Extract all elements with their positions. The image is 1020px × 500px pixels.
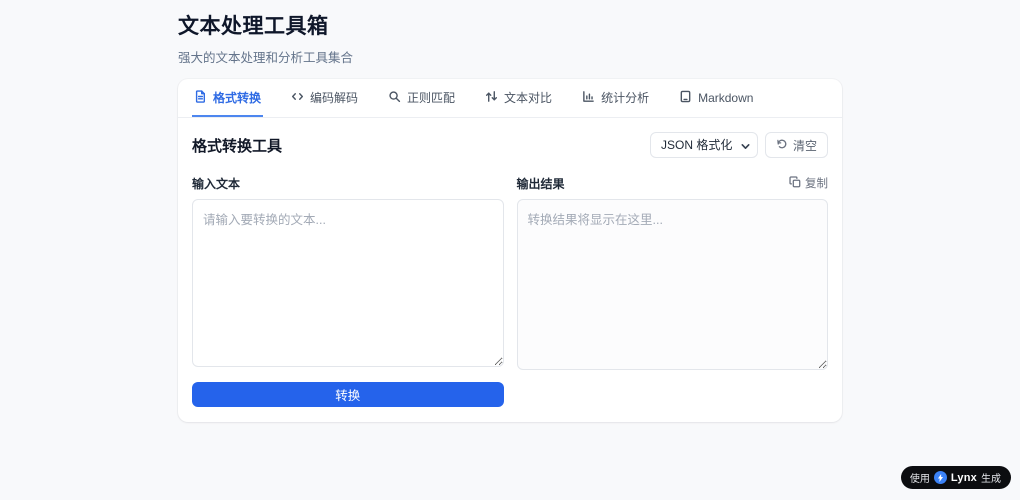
input-column: 输入文本 转换: [192, 175, 504, 407]
input-label: 输入文本: [192, 176, 241, 191]
bar-chart-icon: [582, 90, 595, 106]
markdown-doc-icon: [679, 90, 692, 106]
panel-title: 格式转换工具: [192, 137, 283, 155]
reset-icon: [776, 138, 788, 153]
swap-arrows-icon: [485, 90, 498, 106]
card-body: 格式转换工具 JSON 格式化 清空 输入文本 请输入要转换的文本... 转换 …: [178, 118, 842, 422]
tab-statistics[interactable]: 统计分析: [580, 79, 651, 117]
badge-suffix: 生成: [981, 474, 1001, 485]
page-subtitle: 强大的文本处理和分析工具集合: [178, 51, 354, 65]
tab-label: 编码解码: [310, 91, 359, 105]
tab-encode-decode[interactable]: 编码解码: [289, 79, 360, 117]
output-textarea[interactable]: [516, 199, 828, 370]
page-title: 文本处理工具箱: [178, 15, 329, 38]
lynx-attribution-badge[interactable]: 使用 Lynx 生成: [900, 466, 1011, 489]
convert-button[interactable]: 转换: [192, 382, 504, 407]
main-container: 文本处理工具箱 强大的文本处理和分析工具集合 格式转换 编码解码 正则匹配 文本…: [178, 0, 842, 422]
tab-bar: 格式转换 编码解码 正则匹配 文本对比 统计分析 Markdown: [178, 79, 842, 118]
copy-button-label: 复制: [805, 178, 828, 190]
panel-header: 格式转换工具 JSON 格式化 清空: [192, 132, 828, 158]
copy-button[interactable]: 复制: [789, 175, 828, 191]
mode-select[interactable]: JSON 格式化: [649, 132, 758, 158]
tab-text-compare[interactable]: 文本对比: [483, 79, 554, 117]
tab-format-convert[interactable]: 格式转换: [192, 79, 264, 117]
output-label: 输出结果: [516, 176, 565, 191]
copy-icon: [789, 175, 801, 191]
clear-button-label: 清空: [792, 138, 817, 153]
header-controls: JSON 格式化 清空: [649, 132, 828, 158]
mode-select-wrap: JSON 格式化: [649, 132, 758, 158]
output-label-row: 输出结果 复制: [516, 175, 828, 191]
clear-button[interactable]: 清空: [764, 132, 828, 158]
tab-markdown[interactable]: Markdown: [677, 79, 755, 117]
tab-label: 正则匹配: [407, 91, 456, 105]
badge-prefix: 使用: [909, 474, 930, 485]
tab-label: 文本对比: [504, 91, 553, 105]
tab-label: Markdown: [698, 90, 754, 105]
lynx-logo-icon: [933, 471, 947, 484]
tab-label: 统计分析: [601, 91, 650, 105]
io-grid: 输入文本 转换 输出结果 复制: [192, 175, 828, 407]
input-textarea[interactable]: [192, 199, 504, 367]
code-icon: [291, 90, 304, 106]
output-column: 输出结果 复制: [516, 175, 828, 407]
file-text-icon: [194, 89, 207, 106]
tab-regex-match[interactable]: 正则匹配: [386, 79, 457, 117]
tab-label: 格式转换: [213, 91, 262, 105]
search-icon: [388, 90, 401, 106]
badge-brand: Lynx: [950, 471, 977, 484]
toolbox-card: 格式转换 编码解码 正则匹配 文本对比 统计分析 Markdown 格式转换工具…: [178, 79, 842, 422]
input-label-row: 输入文本: [192, 175, 504, 191]
